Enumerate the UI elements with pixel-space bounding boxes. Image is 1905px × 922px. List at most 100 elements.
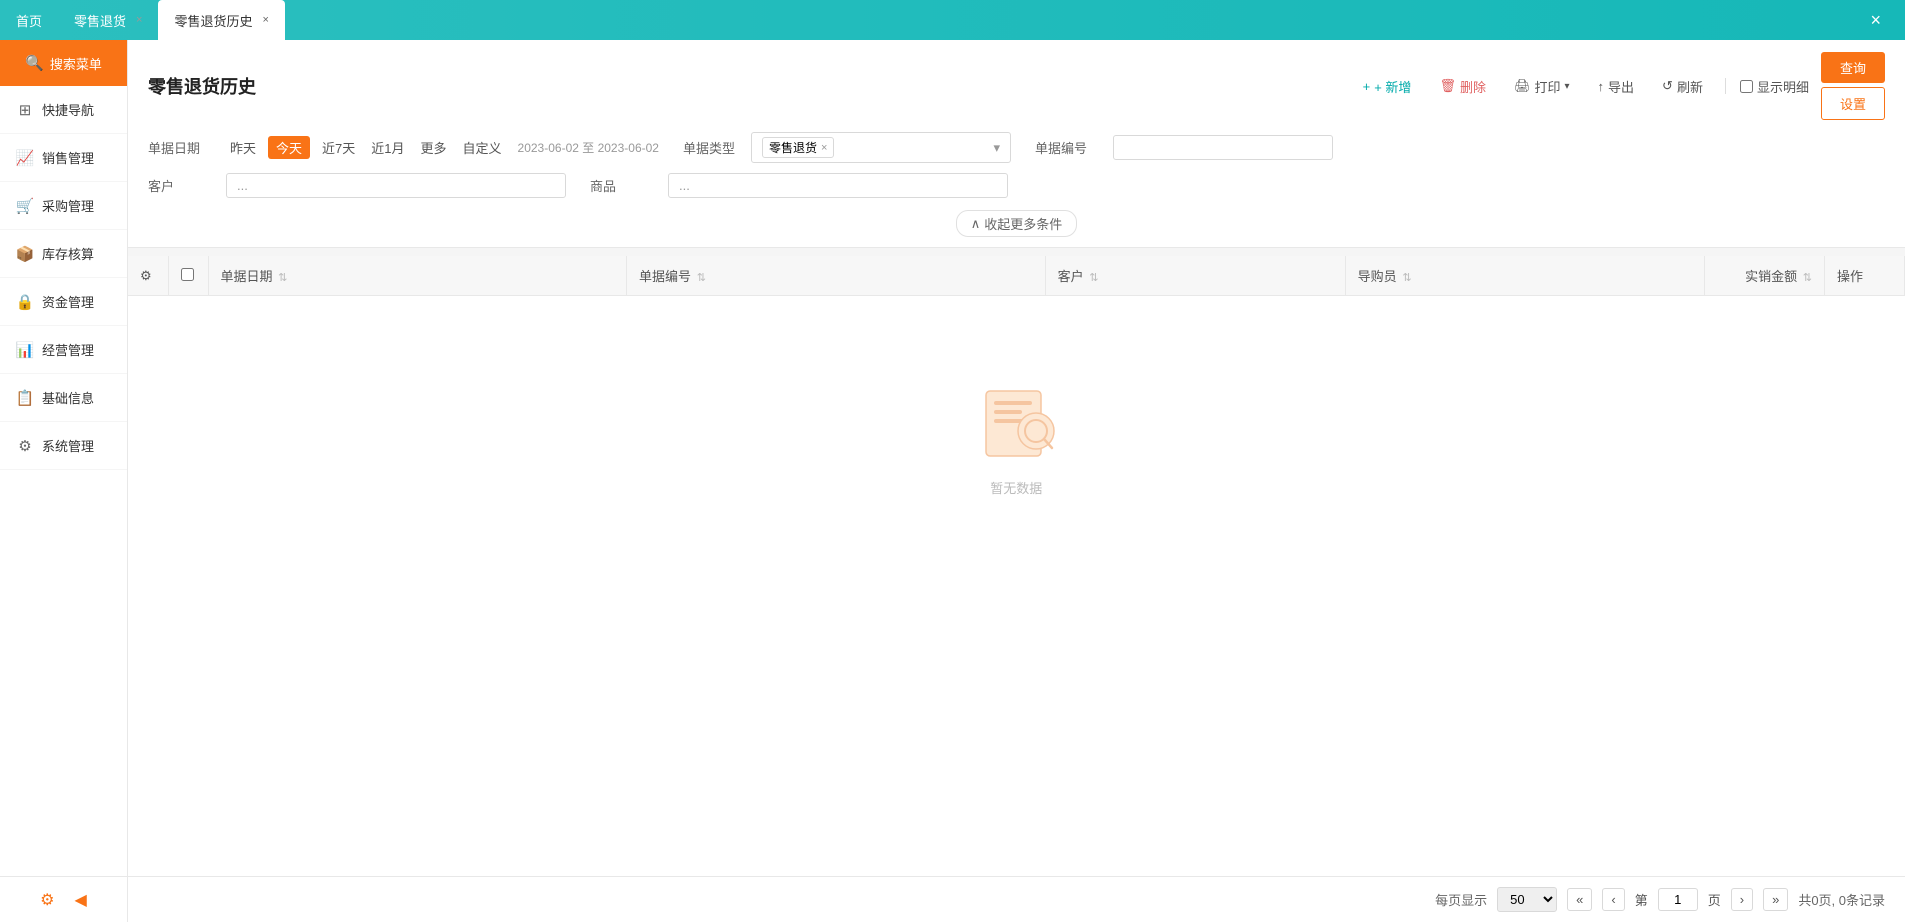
date-opt-7days[interactable]: 近7天 (318, 136, 359, 159)
page-number-input[interactable] (1658, 888, 1698, 911)
first-page-button[interactable]: « (1567, 888, 1592, 911)
sidebar-item-operations[interactable]: 📊 经营管理 (0, 326, 127, 374)
purchase-icon: 🛒 (16, 197, 34, 215)
date-opt-custom[interactable]: 自定义 (459, 136, 506, 159)
search-icon: 🔍 (25, 54, 44, 72)
page-total-info: 共0页, 0条记录 (1798, 890, 1885, 909)
window-close-button[interactable]: × (1862, 10, 1889, 31)
export-label: 导出 (1608, 77, 1634, 96)
filter-area: 单据日期 昨天 今天 近7天 近1月 更多 自定义 2023-06-02 至 2… (148, 132, 1885, 247)
refresh-label: 刷新 (1677, 77, 1703, 96)
date-opt-more[interactable]: 更多 (417, 136, 451, 159)
sidebar-item-purchase-mgmt[interactable]: 🛒 采购管理 (0, 182, 127, 230)
th-amount-label: 实销金额 (1745, 269, 1797, 284)
sidebar-item-operations-label: 经营管理 (42, 340, 94, 359)
th-date-label: 单据日期 (221, 269, 273, 284)
empty-state: 暂无数据 (128, 296, 1905, 557)
next-page-button[interactable]: › (1731, 888, 1753, 911)
refresh-icon: ↺ (1662, 78, 1673, 94)
sidebar-search[interactable]: 🔍 搜索菜单 (0, 40, 127, 86)
th-checkbox[interactable] (168, 256, 208, 296)
sidebar-item-inventory[interactable]: 📦 库存核算 (0, 230, 127, 278)
selected-type-tag: 零售退货 × (762, 137, 834, 158)
selected-type-text: 零售退货 (769, 139, 817, 156)
sidebar-item-basic-info[interactable]: 📋 基础信息 (0, 374, 127, 422)
sidebar-item-basic-info-label: 基础信息 (42, 388, 94, 407)
th-voucher-no[interactable]: 单据编号 ⇅ (627, 256, 1046, 296)
quick-nav-icon: ⊞ (16, 101, 34, 119)
sidebar-item-inventory-label: 库存核算 (42, 244, 94, 263)
settings-bottom-icon[interactable]: ⚙ (40, 890, 54, 910)
query-button[interactable]: 查询 (1821, 52, 1885, 83)
remove-type-icon[interactable]: × (821, 142, 827, 154)
select-all-checkbox[interactable] (181, 268, 194, 281)
page-unit: 页 (1708, 890, 1721, 909)
data-table: ⚙ 单据日期 ⇅ 单据编号 ⇅ (128, 256, 1905, 557)
date-opt-today[interactable]: 今天 (268, 136, 310, 159)
tab-home-label: 首页 (16, 11, 42, 30)
sidebar-bottom: ⚙ ◀ (0, 876, 127, 922)
goods-placeholder: ... (679, 178, 690, 193)
basic-info-icon: 📋 (16, 389, 34, 407)
show-detail-checkbox[interactable] (1740, 80, 1753, 93)
page-header: 零售退货历史 + + 新增 🗑 删除 🖨 打印 ▾ (128, 40, 1905, 248)
print-button[interactable]: 🖨 打印 ▾ (1506, 73, 1578, 100)
settings-button[interactable]: 设置 (1821, 87, 1885, 120)
page-header-top: 零售退货历史 + + 新增 🗑 删除 🖨 打印 ▾ (148, 52, 1885, 120)
date-opt-yesterday[interactable]: 昨天 (226, 136, 260, 159)
th-actions-label: 操作 (1837, 269, 1863, 284)
last-page-button[interactable]: » (1763, 888, 1788, 911)
sidebar-item-sales-mgmt[interactable]: 📈 销售管理 (0, 134, 127, 182)
export-button[interactable]: ↑ 导出 (1590, 73, 1643, 100)
collapse-sidebar-icon[interactable]: ◀ (75, 890, 87, 910)
th-guide[interactable]: 导购员 ⇅ (1345, 256, 1704, 296)
delete-button[interactable]: 🗑 删除 (1431, 73, 1494, 100)
finance-icon: 🔒 (16, 293, 34, 311)
page-size-label: 每页显示 (1435, 890, 1487, 909)
tab-retail-return-history[interactable]: 零售退货历史 × (158, 0, 284, 40)
th-settings[interactable]: ⚙ (128, 256, 168, 296)
th-date-sort-icon: ⇅ (278, 272, 287, 284)
export-icon: ↑ (1598, 79, 1605, 94)
empty-icon (966, 376, 1066, 466)
table-body: 暂无数据 (128, 296, 1905, 558)
print-icon: 🖨 (1514, 78, 1531, 94)
tab-retail-return-close[interactable]: × (136, 14, 142, 26)
goods-input[interactable]: ... (668, 173, 1008, 198)
header-actions: + + 新增 🗑 删除 🖨 打印 ▾ ↑ 导出 (1355, 52, 1885, 120)
sales-icon: 📈 (16, 149, 34, 167)
tab-retail-return-history-close[interactable]: × (262, 14, 268, 26)
customer-input[interactable]: ... (226, 173, 566, 198)
new-button[interactable]: + + 新增 (1355, 73, 1420, 100)
sidebar-item-finance[interactable]: 🔒 资金管理 (0, 278, 127, 326)
th-customer[interactable]: 客户 ⇅ (1045, 256, 1345, 296)
sidebar-item-sales-label: 销售管理 (42, 148, 94, 167)
sidebar-item-system-mgmt[interactable]: ⚙ 系统管理 (0, 422, 127, 470)
page-size-select[interactable]: 10 20 50 100 (1497, 887, 1557, 912)
sidebar-item-quick-nav[interactable]: ⊞ 快捷导航 (0, 86, 127, 134)
type-selector[interactable]: 零售退货 × ▾ (751, 132, 1011, 163)
sidebar-item-finance-label: 资金管理 (42, 292, 94, 311)
sidebar-nav: ⊞ 快捷导航 📈 销售管理 🛒 采购管理 📦 库存核算 🔒 资金管理 📊 (0, 86, 127, 876)
th-actions: 操作 (1825, 256, 1905, 296)
sidebar-item-system-label: 系统管理 (42, 436, 94, 455)
th-date[interactable]: 单据日期 ⇅ (208, 256, 627, 296)
page-title: 零售退货历史 (148, 73, 256, 99)
voucher-no-input[interactable] (1113, 135, 1333, 160)
tab-home[interactable]: 首页 (0, 0, 58, 40)
operations-icon: 📊 (16, 341, 34, 359)
refresh-button[interactable]: ↺ 刷新 (1654, 73, 1711, 100)
prev-page-button[interactable]: ‹ (1602, 888, 1624, 911)
th-customer-sort-icon: ⇅ (1089, 272, 1098, 284)
filter-row-2: 客户 ... 商品 ... (148, 173, 1885, 198)
th-guide-label: 导购员 (1358, 269, 1397, 284)
goods-filter-group: 商品 ... (590, 173, 1008, 198)
date-opt-1month[interactable]: 近1月 (367, 136, 408, 159)
filter-row-1: 单据日期 昨天 今天 近7天 近1月 更多 自定义 2023-06-02 至 2… (148, 132, 1885, 163)
th-amount[interactable]: 实销金额 ⇅ (1705, 256, 1825, 296)
goods-label: 商品 (590, 176, 660, 195)
tab-retail-return[interactable]: 零售退货 × (58, 0, 158, 40)
collapse-label: 收起更多条件 (984, 214, 1062, 233)
content-area: 零售退货历史 + + 新增 🗑 删除 🖨 打印 ▾ (128, 40, 1905, 922)
collapse-button[interactable]: ∧ 收起更多条件 (956, 210, 1078, 237)
